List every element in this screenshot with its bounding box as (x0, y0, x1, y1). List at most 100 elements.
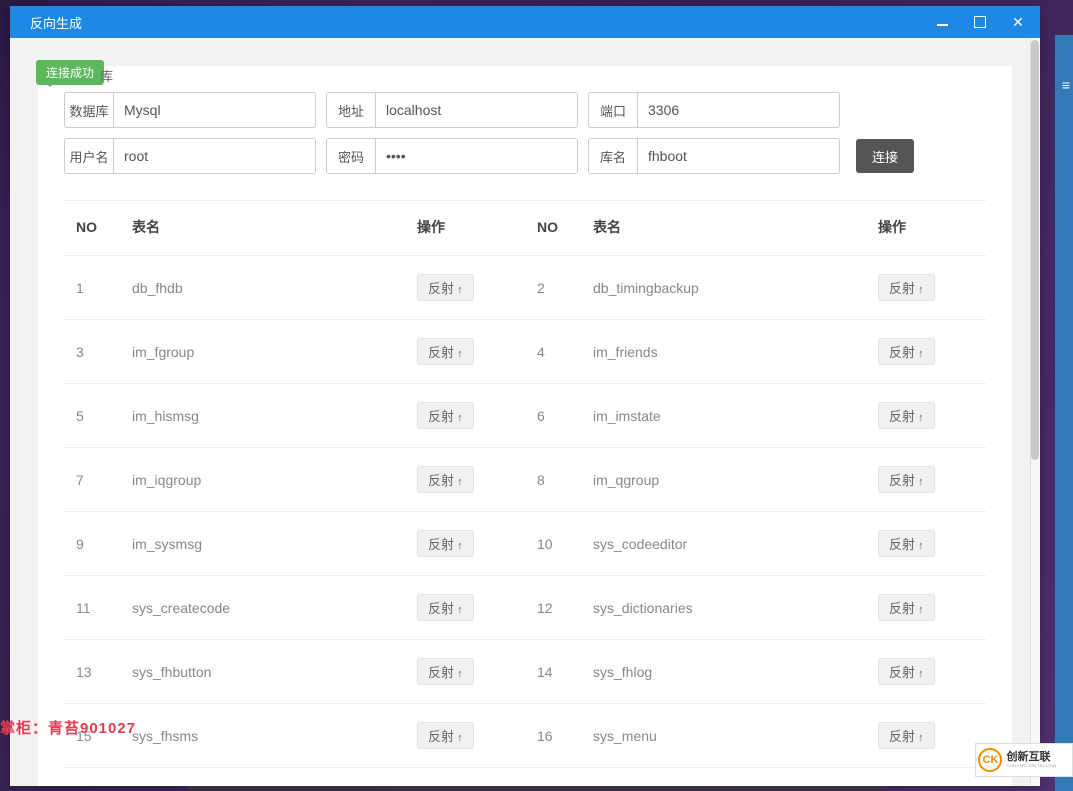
dbname-input[interactable] (638, 139, 839, 173)
header-table-name: 表名 (581, 201, 866, 256)
table-row: 10sys_codeeditor反射 (525, 512, 986, 576)
reflect-button[interactable]: 反射 (417, 530, 474, 557)
row-no: 5 (64, 384, 120, 448)
scrollbar-track[interactable] (1030, 38, 1040, 786)
row-tablename: db_fhdb (120, 256, 405, 320)
content-card: 连接成功 库 数据库 地址 端口 连接 (38, 66, 1012, 786)
close-icon[interactable] (1010, 14, 1026, 30)
logo-icon: CK (978, 748, 1002, 772)
table-row: 14sys_fhlog反射 (525, 640, 986, 704)
reflect-button[interactable]: 反射 (417, 466, 474, 493)
table-row: 13sys_fhbutton 反射 (64, 640, 525, 704)
row-tablename: im_fgroup (120, 320, 405, 384)
row-no: 3 (64, 320, 120, 384)
username-label: 用户名 (65, 139, 114, 173)
dbname-group: 库名 (588, 138, 840, 174)
row-no: 13 (64, 640, 120, 704)
row-no: 2 (525, 256, 581, 320)
password-input[interactable] (376, 139, 577, 173)
maximize-icon[interactable] (972, 14, 988, 30)
reflect-button[interactable]: 反射 (878, 402, 935, 429)
title-bar: 反向生成 (10, 6, 1040, 38)
scrollbar-thumb[interactable] (1031, 40, 1039, 460)
reflect-button[interactable]: 反射 (417, 274, 474, 301)
window-title: 反向生成 (24, 13, 82, 32)
tables-right: NO 表名 操作 2db_timingbackup 反射 4im_friends 反射… (525, 201, 986, 786)
reflect-button[interactable]: 反射 (878, 338, 935, 365)
table-row: 4im_friends 反射 (525, 320, 986, 384)
reflect-button[interactable]: 反射 (878, 594, 935, 621)
row-tablename: sys_role_fhbutton (581, 768, 866, 787)
table-row: 2db_timingbackup 反射 (525, 256, 986, 320)
port-group: 端口 (588, 92, 840, 128)
header-no: NO (64, 201, 120, 256)
row-no: 14 (525, 640, 581, 704)
address-input[interactable] (376, 93, 577, 127)
modal-body: 连接成功 库 数据库 地址 端口 连接 (10, 38, 1040, 786)
port-label: 端口 (589, 93, 638, 127)
row-tablename: sys_menu (581, 704, 866, 768)
reflect-button[interactable]: 反射 (417, 658, 474, 685)
reflect-button[interactable]: 反射 (417, 402, 474, 429)
reflect-button[interactable]: 反射 (878, 658, 935, 685)
table-row: 12sys_dictionaries反射 (525, 576, 986, 640)
port-input[interactable] (638, 93, 839, 127)
reflect-button[interactable]: 反射 (417, 722, 474, 749)
logo-en: CHUANG XIN HU LIAN (1006, 763, 1056, 768)
database-input[interactable] (114, 93, 315, 127)
header-operation: 操作 (405, 201, 525, 256)
modal-window: 反向生成 连接成功 库 数据库 地址 (10, 6, 1040, 786)
reflect-button[interactable]: 反射 (878, 722, 935, 749)
row-tablename: sys_role (120, 768, 405, 787)
tables-left: NO 表名 操作 1db_fhdb反射3im_fgroup反射5im_hisms… (64, 201, 525, 786)
success-tip-badge: 连接成功 (36, 60, 104, 85)
table-row: 6im_imstate反射 (525, 384, 986, 448)
logo-cn: 创新互联 (1006, 751, 1069, 763)
table-row: 18sys_role_fhbutton反射 (525, 768, 986, 787)
row-no: 6 (525, 384, 581, 448)
row-tablename: sys_createcode (120, 576, 405, 640)
reflect-button[interactable]: 反射 (417, 594, 474, 621)
reflect-button[interactable]: 反射 (878, 274, 935, 301)
table-row: 3im_fgroup 反射 (64, 320, 525, 384)
row-no: 8 (525, 448, 581, 512)
table-row: 8im_qgroup 反射 (525, 448, 986, 512)
row-no: 18 (525, 768, 581, 787)
reflect-button[interactable]: 反射 (878, 466, 935, 493)
username-group: 用户名 (64, 138, 316, 174)
corner-logo: CK 创新互联 CHUANG XIN HU LIAN (975, 743, 1073, 777)
username-input[interactable] (114, 139, 315, 173)
row-tablename: im_sysmsg (120, 512, 405, 576)
header-operation: 操作 (866, 201, 986, 256)
reflect-button[interactable]: 反射 (878, 530, 935, 557)
row-no: 4 (525, 320, 581, 384)
minimize-icon[interactable] (934, 14, 950, 30)
row-tablename: im_qgroup (581, 448, 866, 512)
table-row: 16sys_menu 反射 (525, 704, 986, 768)
dbname-label: 库名 (589, 139, 638, 173)
row-tablename: sys_dictionaries (581, 576, 866, 640)
database-label: 数据库 (65, 93, 114, 127)
table-row: 9im_sysmsg 反射 (64, 512, 525, 576)
row-tablename: sys_codeeditor (581, 512, 866, 576)
header-no: NO (525, 201, 581, 256)
address-label: 地址 (327, 93, 376, 127)
table-row: 1db_fhdb 反射 (64, 256, 525, 320)
connect-button[interactable]: 连接 (856, 139, 914, 173)
watermark-text: 掌柜：青苔901027 (0, 717, 136, 738)
row-tablename: db_timingbackup (581, 256, 866, 320)
row-no: 17 (64, 768, 120, 787)
reflect-button[interactable]: 反射 (417, 338, 474, 365)
password-label: 密码 (327, 139, 376, 173)
row-tablename: im_friends (581, 320, 866, 384)
row-no: 11 (64, 576, 120, 640)
row-tablename: sys_fhsms (120, 704, 405, 768)
partial-text: 库 (100, 66, 113, 85)
row-no: 1 (64, 256, 120, 320)
row-no: 16 (525, 704, 581, 768)
row-tablename: im_hismsg (120, 384, 405, 448)
row-tablename: sys_fhbutton (120, 640, 405, 704)
row-no: 9 (64, 512, 120, 576)
table-row: 7im_iqgroup反射 (64, 448, 525, 512)
menu-icon[interactable]: ≡ (1062, 77, 1070, 93)
